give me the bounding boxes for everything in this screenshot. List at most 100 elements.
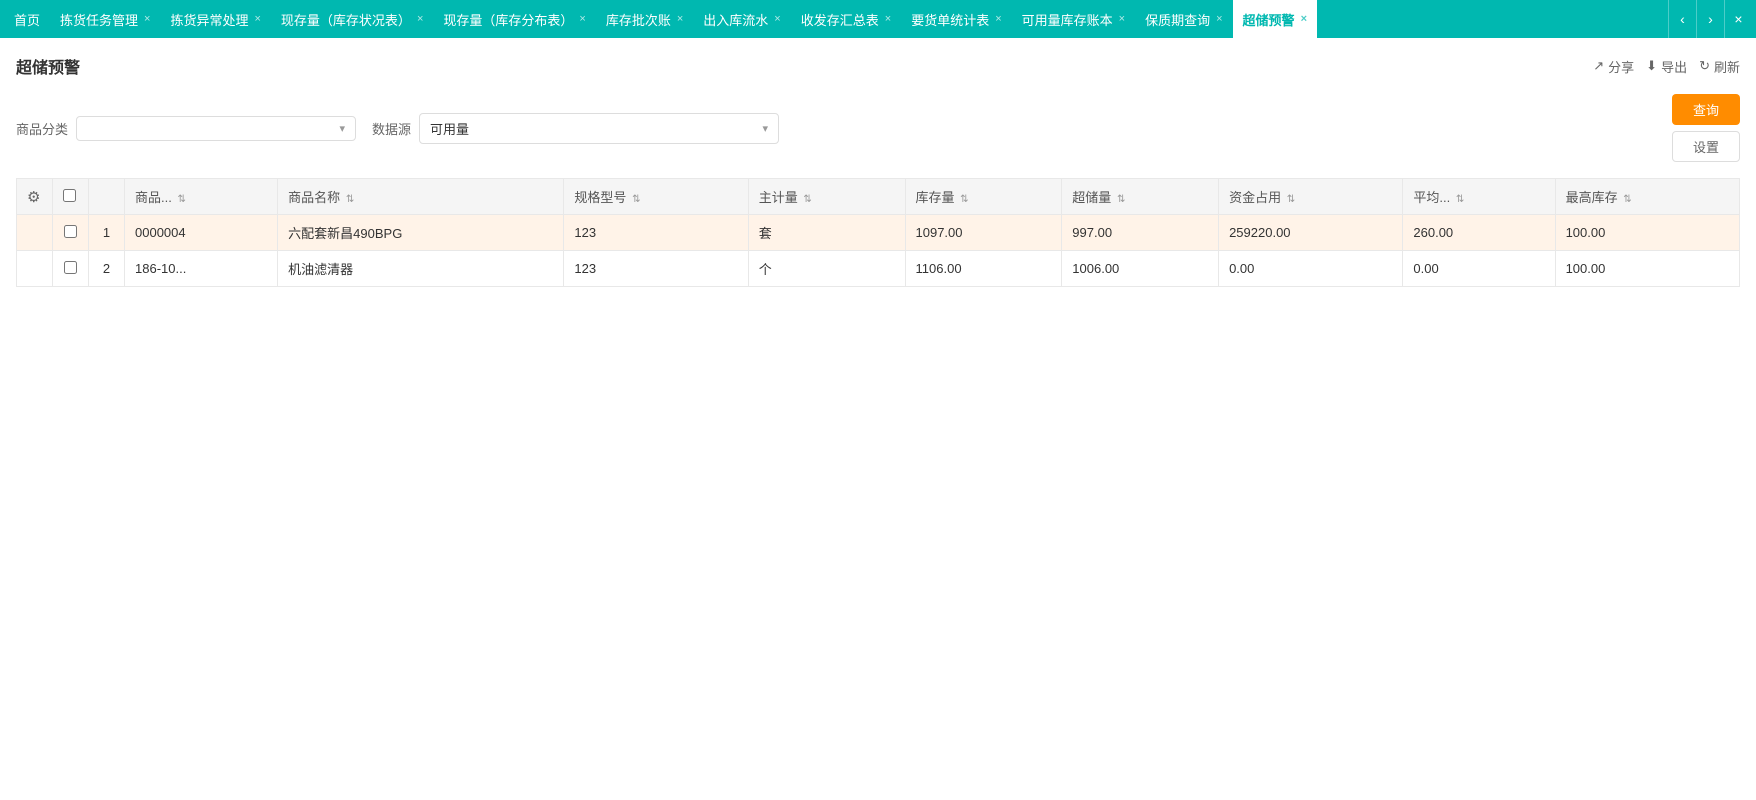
close-icon[interactable]: ×: [1216, 13, 1222, 25]
data-table: ⚙ 商品... ⇅ 商品名称 ⇅ 规格型号 ⇅: [16, 178, 1740, 287]
query-button[interactable]: 查询: [1672, 94, 1740, 125]
stock-header[interactable]: 库存量 ⇅: [905, 179, 1062, 215]
avg-header[interactable]: 平均... ⇅: [1403, 179, 1555, 215]
row-checkbox[interactable]: [64, 225, 77, 238]
row-avg: 260.00: [1403, 215, 1555, 251]
page-header: 超储预警 ↗ 分享 ⬇ 导出 ↻ 刷新: [16, 54, 1740, 78]
nav-arrows: ‹ › ×: [1668, 0, 1752, 38]
nav-item-batch[interactable]: 库存批次账 ×: [596, 0, 693, 38]
gear-column-header: ⚙: [17, 179, 53, 215]
row-avg: 0.00: [1403, 251, 1555, 287]
share-button[interactable]: ↗ 分享: [1593, 57, 1634, 76]
commodity-category-filter: 商品分类 ▾: [16, 116, 356, 141]
nav-prev-button[interactable]: ‹: [1668, 0, 1696, 38]
row-gear-cell: [17, 215, 53, 251]
sort-icon: ⇅: [177, 194, 185, 205]
product-name-header[interactable]: 商品名称 ⇅: [278, 179, 564, 215]
sort-icon: ⇅: [803, 194, 811, 205]
row-unit: 套: [748, 215, 905, 251]
close-icon[interactable]: ×: [1301, 13, 1307, 25]
nav-close-button[interactable]: ×: [1724, 0, 1752, 38]
capital-usage-header[interactable]: 资金占用 ⇅: [1219, 179, 1403, 215]
data-source-select[interactable]: 可用量 ▾: [419, 113, 779, 144]
table-row: 1 0000004 六配套新昌490BPG 123 套 1097.00 997.…: [17, 215, 1740, 251]
filter-area: 商品分类 ▾ 数据源 可用量 ▾ 查询 设置: [16, 94, 1740, 162]
nav-item-flow[interactable]: 出入库流水 ×: [693, 0, 790, 38]
close-icon[interactable]: ×: [677, 13, 683, 25]
row-spec: 123: [564, 251, 748, 287]
close-icon[interactable]: ×: [774, 13, 780, 25]
commodity-category-select[interactable]: ▾: [76, 116, 356, 141]
export-button[interactable]: ⬇ 导出: [1646, 57, 1687, 76]
select-all-checkbox[interactable]: [63, 189, 76, 202]
close-icon[interactable]: ×: [885, 13, 891, 25]
close-icon[interactable]: ×: [254, 13, 260, 25]
product-code-header[interactable]: 商品... ⇅: [125, 179, 278, 215]
row-gear-cell: [17, 251, 53, 287]
row-max-stock: 100.00: [1555, 215, 1739, 251]
row-capital-usage: 0.00: [1219, 251, 1403, 287]
refresh-icon: ↻: [1699, 58, 1710, 74]
header-actions: ↗ 分享 ⬇ 导出 ↻ 刷新: [1593, 57, 1740, 76]
sort-icon: ⇅: [632, 194, 640, 205]
commodity-category-label: 商品分类: [16, 119, 68, 138]
sort-icon: ⇅: [960, 194, 968, 205]
close-icon[interactable]: ×: [417, 13, 423, 25]
nav-item-expiry[interactable]: 保质期查询 ×: [1135, 0, 1232, 38]
max-stock-header[interactable]: 最高库存 ⇅: [1555, 179, 1739, 215]
row-max-stock: 100.00: [1555, 251, 1739, 287]
row-number: 1: [89, 215, 125, 251]
export-icon: ⬇: [1646, 58, 1657, 74]
gear-icon[interactable]: ⚙: [27, 189, 40, 206]
close-icon[interactable]: ×: [579, 13, 585, 25]
close-icon[interactable]: ×: [144, 13, 150, 25]
row-unit: 个: [748, 251, 905, 287]
row-spec: 123: [564, 215, 748, 251]
refresh-button[interactable]: ↻ 刷新: [1699, 57, 1740, 76]
row-checkbox-cell[interactable]: [53, 251, 89, 287]
row-checkbox-cell[interactable]: [53, 215, 89, 251]
nav-item-usable-stock[interactable]: 可用量库存账本 ×: [1012, 0, 1135, 38]
share-icon: ↗: [1593, 58, 1604, 74]
unit-header[interactable]: 主计量 ⇅: [748, 179, 905, 215]
table-body: 1 0000004 六配套新昌490BPG 123 套 1097.00 997.…: [17, 215, 1740, 287]
row-capital-usage: 259220.00: [1219, 215, 1403, 251]
sort-icon: ⇅: [1287, 194, 1295, 205]
nav-item-summary[interactable]: 收发存汇总表 ×: [791, 0, 901, 38]
row-product-name: 六配套新昌490BPG: [278, 215, 564, 251]
row-checkbox[interactable]: [64, 261, 77, 274]
row-overstock: 1006.00: [1062, 251, 1219, 287]
settings-button[interactable]: 设置: [1672, 131, 1740, 162]
nav-item-stock-dist[interactable]: 现存量（库存分布表） ×: [433, 0, 595, 38]
nav-next-button[interactable]: ›: [1696, 0, 1724, 38]
spec-header[interactable]: 规格型号 ⇅: [564, 179, 748, 215]
row-product-name: 机油滤清器: [278, 251, 564, 287]
row-product-code: 186-10...: [125, 251, 278, 287]
nav-bar: 首页 拣货任务管理 × 拣货异常处理 × 现存量（库存状况表） × 现存量（库存…: [0, 0, 1756, 38]
nav-item-home[interactable]: 首页: [4, 0, 50, 38]
chevron-down-icon: ▾: [339, 122, 345, 135]
sort-icon: ⇅: [346, 194, 354, 205]
row-overstock: 997.00: [1062, 215, 1219, 251]
table-header: ⚙ 商品... ⇅ 商品名称 ⇅ 规格型号 ⇅: [17, 179, 1740, 215]
data-source-label: 数据源: [372, 119, 411, 138]
table-row: 2 186-10... 机油滤清器 123 个 1106.00 1006.00 …: [17, 251, 1740, 287]
nav-item-order-stats[interactable]: 要货单统计表 ×: [901, 0, 1011, 38]
checkbox-column-header[interactable]: [53, 179, 89, 215]
action-buttons: 查询 设置: [1672, 94, 1740, 162]
close-icon[interactable]: ×: [1119, 13, 1125, 25]
row-number: 2: [89, 251, 125, 287]
page-container: 超储预警 ↗ 分享 ⬇ 导出 ↻ 刷新 商品分类 ▾ 数据源: [0, 38, 1756, 800]
nav-item-stock-status[interactable]: 现存量（库存状况表） ×: [271, 0, 433, 38]
nav-item-overstock[interactable]: 超储预警 ×: [1233, 0, 1317, 38]
data-source-value: 可用量: [430, 119, 469, 138]
close-icon[interactable]: ×: [995, 13, 1001, 25]
nav-item-task[interactable]: 拣货任务管理 ×: [50, 0, 160, 38]
data-source-filter: 数据源 可用量 ▾: [372, 113, 779, 144]
nav-item-exception[interactable]: 拣货异常处理 ×: [160, 0, 270, 38]
chevron-down-icon: ▾: [763, 122, 769, 135]
sort-icon: ⇅: [1117, 194, 1125, 205]
sort-icon: ⇅: [1456, 194, 1464, 205]
sort-icon: ⇅: [1623, 194, 1631, 205]
overstock-header[interactable]: 超储量 ⇅: [1062, 179, 1219, 215]
